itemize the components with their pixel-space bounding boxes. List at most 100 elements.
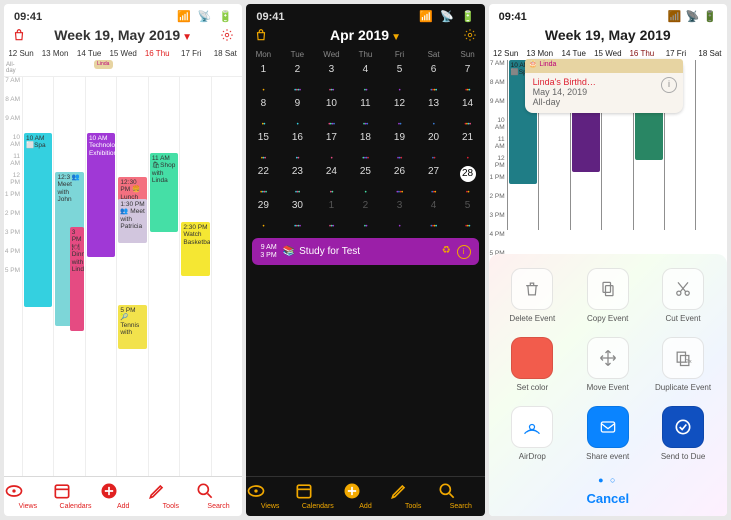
calendar-event[interactable]: 3 PM 🍽Dinner with Linda xyxy=(70,227,84,331)
day-header[interactable]: 16 Thu xyxy=(140,47,174,60)
action-mail[interactable]: Share event xyxy=(570,406,645,461)
day-header[interactable]: 14 Tue xyxy=(72,47,106,60)
month-cell[interactable]: 4•• xyxy=(348,62,382,96)
day-column[interactable]: 10 AM ⬜Spa xyxy=(22,77,53,476)
month-cell[interactable]: 11••• xyxy=(348,96,382,130)
day-header[interactable]: 18 Sat xyxy=(208,47,242,60)
month-cell[interactable]: 9• xyxy=(280,96,314,130)
month-cell[interactable]: 17• xyxy=(314,130,348,164)
month-cell[interactable]: 4•••• xyxy=(416,198,450,232)
month-cell[interactable]: 16•• xyxy=(280,130,314,164)
action-color[interactable]: Set color xyxy=(495,337,570,392)
month-cell[interactable]: 12•• xyxy=(382,96,416,130)
month-cell[interactable]: 29• xyxy=(246,198,280,232)
action-move[interactable]: Move Event xyxy=(570,337,645,392)
recycle-icon[interactable]: ♻ xyxy=(442,245,451,259)
week-grid[interactable]: 7 AM8 AM9 AM10 AM11 AM12 PM1 PM2 PM3 PM4… xyxy=(4,77,242,476)
info-icon[interactable]: i xyxy=(457,245,471,259)
day-header[interactable]: 15 Wed xyxy=(106,47,140,60)
status-bar: 09:41 📶 📡 🔋 xyxy=(4,4,242,25)
action-trash[interactable]: Delete Event xyxy=(495,268,570,323)
cancel-button[interactable]: Cancel xyxy=(495,485,721,506)
week-title[interactable]: Week 19, May 2019▼ xyxy=(54,27,192,43)
selected-day-event[interactable]: 9 AM3 PM 📚 Study for Test ♻ i xyxy=(252,238,478,265)
calendar-event[interactable]: 10 AM Technology Exhibition xyxy=(87,133,115,257)
day-column[interactable]: 2:30 PM Watch Basketball xyxy=(179,77,210,476)
mail-icon xyxy=(587,406,629,448)
month-cell[interactable]: 19••• xyxy=(382,130,416,164)
action-dup[interactable]: 2xDuplicate Event xyxy=(645,337,720,392)
status-time: 09:41 xyxy=(14,11,42,23)
month-cell[interactable]: 3• xyxy=(382,198,416,232)
tab-add[interactable]: Add xyxy=(99,481,147,510)
bag-icon[interactable] xyxy=(254,28,268,42)
allday-chip[interactable]: Linda xyxy=(94,60,113,69)
tab-add[interactable]: Add xyxy=(342,481,390,510)
tab-views[interactable]: Views xyxy=(246,481,294,510)
chevron-down-icon: ▼ xyxy=(391,32,401,43)
month-cell[interactable]: 20•• xyxy=(416,130,450,164)
month-cell[interactable]: 27••• xyxy=(416,164,450,198)
day-column[interactable] xyxy=(211,77,242,476)
action-due[interactable]: Send to Due xyxy=(645,406,720,461)
event-dots: ••• xyxy=(382,157,416,161)
month-cell[interactable]: 2•• xyxy=(348,198,382,232)
day-column[interactable]: 12:3 👥 Meet with John3 PM 🍽Dinner with L… xyxy=(53,77,84,476)
action-cut[interactable]: Cut Event xyxy=(645,268,720,323)
month-cell[interactable]: 5••• xyxy=(451,198,485,232)
calendar-event[interactable]: 2:30 PM Watch Basketball xyxy=(181,222,209,276)
day-header[interactable]: 12 Sun xyxy=(4,47,38,60)
month-cell[interactable]: 10•••• xyxy=(314,96,348,130)
day-column[interactable]: 11 AM 🛍Shop with Linda xyxy=(148,77,179,476)
action-airdrop[interactable]: AirDrop xyxy=(495,406,570,461)
calendar-icon xyxy=(52,481,100,501)
tab-views[interactable]: Views xyxy=(4,481,52,510)
calendar-event[interactable]: 12:30 PM 🍔Lunch xyxy=(118,177,146,201)
month-cell[interactable]: 22•••• xyxy=(246,164,280,198)
month-title[interactable]: Apr 2019▼ xyxy=(330,27,401,43)
calendar-event[interactable]: 10 AM ⬜Spa xyxy=(24,133,52,307)
month-cell[interactable]: 13• xyxy=(416,96,450,130)
gear-icon[interactable] xyxy=(220,28,234,42)
month-cell[interactable]: 1• xyxy=(246,62,280,96)
event-dots: ••• xyxy=(314,89,348,93)
month-cell[interactable]: 28•• xyxy=(451,164,485,198)
airdrop-icon xyxy=(511,406,553,448)
month-cell[interactable]: 1••• xyxy=(314,198,348,232)
hour-label: 1 PM xyxy=(4,191,22,210)
month-cell[interactable]: 25• xyxy=(348,164,382,198)
day-column[interactable]: 12:30 PM 🍔Lunch1:30 PM 👥 Meet with Patri… xyxy=(116,77,147,476)
month-cell[interactable]: 14•••• xyxy=(451,96,485,130)
tab-search[interactable]: Search xyxy=(437,481,485,510)
event-dots: •••• xyxy=(416,225,450,229)
month-cell[interactable]: 8•• xyxy=(246,96,280,130)
month-cell[interactable]: 23••• xyxy=(280,164,314,198)
calendar-event[interactable]: 1:30 PM 👥 Meet with Patricia xyxy=(118,199,146,243)
day-header[interactable]: 13 Mon xyxy=(38,47,72,60)
tab-tools[interactable]: Tools xyxy=(389,481,437,510)
bag-icon[interactable] xyxy=(12,28,26,42)
month-cell[interactable]: 30•••• xyxy=(280,198,314,232)
month-cell[interactable]: 18•••• xyxy=(348,130,382,164)
month-cell[interactable]: 6•••• xyxy=(416,62,450,96)
tab-tools[interactable]: Tools xyxy=(147,481,195,510)
hour-label: 4 PM xyxy=(4,248,22,267)
calendar-event[interactable]: 5 PM 🎾Tennis with xyxy=(118,305,146,349)
calendar-event[interactable]: 11 AM 🛍Shop with Linda xyxy=(150,153,178,232)
month-cell[interactable]: 26•••• xyxy=(382,164,416,198)
month-cell[interactable]: 7••• xyxy=(451,62,485,96)
tab-calendars[interactable]: Calendars xyxy=(294,481,342,510)
month-cell[interactable]: 15••• xyxy=(246,130,280,164)
month-cell[interactable]: 24•• xyxy=(314,164,348,198)
month-cell[interactable]: 5• xyxy=(382,62,416,96)
action-copy[interactable]: Copy Event xyxy=(570,268,645,323)
gear-icon[interactable] xyxy=(463,28,477,42)
month-cell[interactable]: 2•••• xyxy=(280,62,314,96)
month-cell[interactable]: 21• xyxy=(451,130,485,164)
month-cell[interactable]: 3••• xyxy=(314,62,348,96)
day-header[interactable]: 17 Fri xyxy=(174,47,208,60)
tab-calendars[interactable]: Calendars xyxy=(52,481,100,510)
day-column[interactable]: 10 AM Technology Exhibition xyxy=(85,77,116,476)
month-grid[interactable]: 1•2••••3•••4••5•6••••7••• 8••9•10••••11••… xyxy=(246,62,484,232)
tab-search[interactable]: Search xyxy=(195,481,243,510)
